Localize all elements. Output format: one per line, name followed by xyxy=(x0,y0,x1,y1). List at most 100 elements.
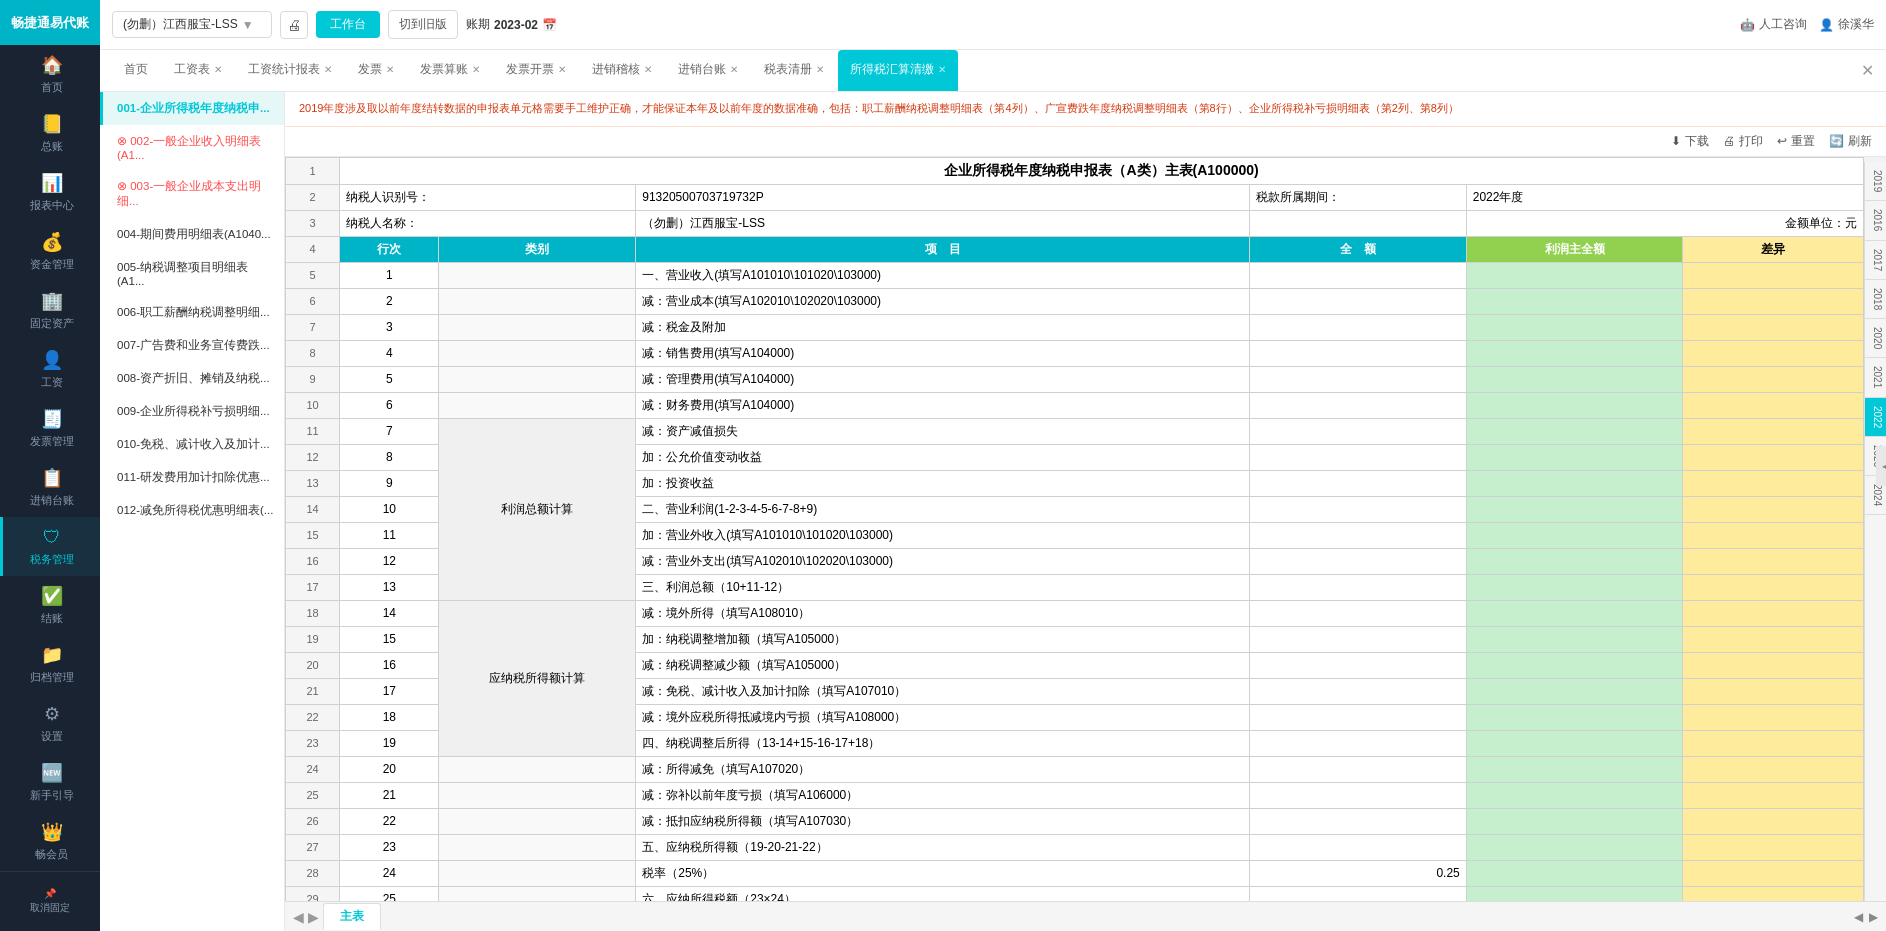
line-num[interactable]: 5 xyxy=(340,366,439,392)
profit-cell[interactable] xyxy=(1466,626,1683,652)
profit-cell[interactable] xyxy=(1466,262,1683,288)
item-cell[interactable]: 减：税金及附加 xyxy=(636,314,1250,340)
switch-version-button[interactable]: 切到旧版 xyxy=(388,10,458,39)
close-icon[interactable]: ✕ xyxy=(938,64,946,75)
workspace-button[interactable]: 工作台 xyxy=(316,11,380,38)
line-num[interactable]: 9 xyxy=(340,470,439,496)
amount-cell[interactable] xyxy=(1250,834,1467,860)
profit-cell[interactable] xyxy=(1466,756,1683,782)
close-icon[interactable]: ✕ xyxy=(816,64,824,75)
sidebar-item-archive[interactable]: 📁 归档管理 xyxy=(0,635,100,694)
profit-cell[interactable] xyxy=(1466,496,1683,522)
sidebar-item-ledger[interactable]: 📒 总账 xyxy=(0,104,100,163)
line-num[interactable]: 13 xyxy=(340,574,439,600)
diff-cell[interactable] xyxy=(1683,860,1864,886)
profit-cell[interactable] xyxy=(1466,470,1683,496)
line-num[interactable]: 4 xyxy=(340,340,439,366)
diff-cell[interactable] xyxy=(1683,704,1864,730)
profit-cell[interactable] xyxy=(1466,782,1683,808)
profit-cell[interactable] xyxy=(1466,574,1683,600)
profit-cell[interactable] xyxy=(1466,548,1683,574)
tab-invoice[interactable]: 发票 ✕ xyxy=(346,50,406,91)
item-cell[interactable]: 加：营业外收入(填写A101010\101020\103000) xyxy=(636,522,1250,548)
diff-cell[interactable] xyxy=(1683,444,1864,470)
sidebar-item-assets[interactable]: 🏢 固定资产 xyxy=(0,281,100,340)
reset-button[interactable]: ↩ 重置 xyxy=(1777,133,1815,150)
diff-cell[interactable] xyxy=(1683,262,1864,288)
tab-tax-list[interactable]: 税表清册 ✕ xyxy=(752,50,836,91)
amount-cell[interactable] xyxy=(1250,314,1467,340)
profit-cell[interactable] xyxy=(1466,886,1683,901)
left-panel-item-005[interactable]: 005-纳税调整项目明细表(A1... xyxy=(100,251,284,296)
item-cell[interactable]: 五、应纳税所得额（19-20-21-22） xyxy=(636,834,1250,860)
profit-cell[interactable] xyxy=(1466,392,1683,418)
line-num[interactable]: 15 xyxy=(340,626,439,652)
sidebar-item-reports[interactable]: 📊 报表中心 xyxy=(0,163,100,222)
left-panel-item-011[interactable]: 011-研发费用加计扣除优惠... xyxy=(100,461,284,494)
amount-cell[interactable] xyxy=(1250,548,1467,574)
close-icon[interactable]: ✕ xyxy=(558,64,566,75)
line-num[interactable]: 1 xyxy=(340,262,439,288)
profit-cell[interactable] xyxy=(1466,340,1683,366)
line-num[interactable]: 10 xyxy=(340,496,439,522)
item-cell[interactable]: 减：销售费用(填写A104000) xyxy=(636,340,1250,366)
print-quick-button[interactable]: 🖨 xyxy=(280,11,308,39)
line-num[interactable]: 3 xyxy=(340,314,439,340)
amount-cell[interactable] xyxy=(1250,262,1467,288)
sheet-nav-left[interactable]: ◀ xyxy=(293,909,304,925)
profit-cell[interactable] xyxy=(1466,834,1683,860)
close-icon[interactable]: ✕ xyxy=(386,64,394,75)
line-num[interactable]: 18 xyxy=(340,704,439,730)
item-cell[interactable]: 减：所得减免（填写A107020） xyxy=(636,756,1250,782)
year-2021[interactable]: 2021 xyxy=(1865,358,1886,397)
profit-cell[interactable] xyxy=(1466,704,1683,730)
unpin-button[interactable]: 📌 取消固定 xyxy=(0,882,100,921)
item-cell[interactable]: 减：免税、减计收入及加计扣除（填写A107010） xyxy=(636,678,1250,704)
amount-cell[interactable] xyxy=(1250,756,1467,782)
close-icon[interactable]: ✕ xyxy=(214,64,222,75)
amount-cell[interactable] xyxy=(1250,418,1467,444)
diff-cell[interactable] xyxy=(1683,600,1864,626)
item-cell[interactable]: 减：财务费用(填写A104000) xyxy=(636,392,1250,418)
item-cell[interactable]: 三、利润总额（10+11-12） xyxy=(636,574,1250,600)
diff-cell[interactable] xyxy=(1683,756,1864,782)
user-profile[interactable]: 👤 徐溪华 xyxy=(1819,16,1874,33)
tab-sales-verify[interactable]: 进销稽核 ✕ xyxy=(580,50,664,91)
tab-invoice-calc[interactable]: 发票算账 ✕ xyxy=(408,50,492,91)
profit-cell[interactable] xyxy=(1466,418,1683,444)
refresh-button[interactable]: 🔄 刷新 xyxy=(1829,133,1872,150)
calendar-icon[interactable]: 📅 xyxy=(542,18,557,32)
item-cell[interactable]: 减：纳税调整减少额（填写A105000） xyxy=(636,652,1250,678)
line-num[interactable]: 17 xyxy=(340,678,439,704)
amount-cell[interactable] xyxy=(1250,678,1467,704)
year-2022[interactable]: 2022 xyxy=(1865,398,1886,437)
left-panel-item-008[interactable]: 008-资产折旧、摊销及纳税... xyxy=(100,362,284,395)
profit-cell[interactable] xyxy=(1466,652,1683,678)
item-cell[interactable]: 六、应纳所得税额（23×24） xyxy=(636,886,1250,901)
amount-cell[interactable] xyxy=(1250,392,1467,418)
year-2018[interactable]: 2018 xyxy=(1865,280,1886,319)
left-panel-item-006[interactable]: 006-职工薪酬纳税调整明细... xyxy=(100,296,284,329)
item-cell[interactable]: 加：投资收益 xyxy=(636,470,1250,496)
diff-cell[interactable] xyxy=(1683,366,1864,392)
diff-cell[interactable] xyxy=(1683,340,1864,366)
profit-cell[interactable] xyxy=(1466,808,1683,834)
profit-cell[interactable] xyxy=(1466,730,1683,756)
profit-cell[interactable] xyxy=(1466,860,1683,886)
amount-cell[interactable] xyxy=(1250,288,1467,314)
tab-salary[interactable]: 工资表 ✕ xyxy=(162,50,234,91)
close-icon[interactable]: ✕ xyxy=(472,64,480,75)
item-cell[interactable]: 减：管理费用(填写A104000) xyxy=(636,366,1250,392)
ai-consult-button[interactable]: 🤖 人工咨询 xyxy=(1740,16,1807,33)
sidebar-item-home[interactable]: 🏠 首页 xyxy=(0,45,100,104)
year-2016[interactable]: 2016 xyxy=(1865,201,1886,240)
left-panel-item-003[interactable]: 003-一般企业成本支出明细... xyxy=(100,170,284,218)
sidebar-item-settings[interactable]: ⚙ 设置 xyxy=(0,694,100,753)
sidebar-item-salary[interactable]: 👤 工资 xyxy=(0,340,100,399)
diff-cell[interactable] xyxy=(1683,392,1864,418)
diff-cell[interactable] xyxy=(1683,288,1864,314)
item-cell[interactable]: 一、营业收入(填写A101010\101020\103000) xyxy=(636,262,1250,288)
amount-cell[interactable] xyxy=(1250,340,1467,366)
line-num[interactable]: 16 xyxy=(340,652,439,678)
diff-cell[interactable] xyxy=(1683,418,1864,444)
